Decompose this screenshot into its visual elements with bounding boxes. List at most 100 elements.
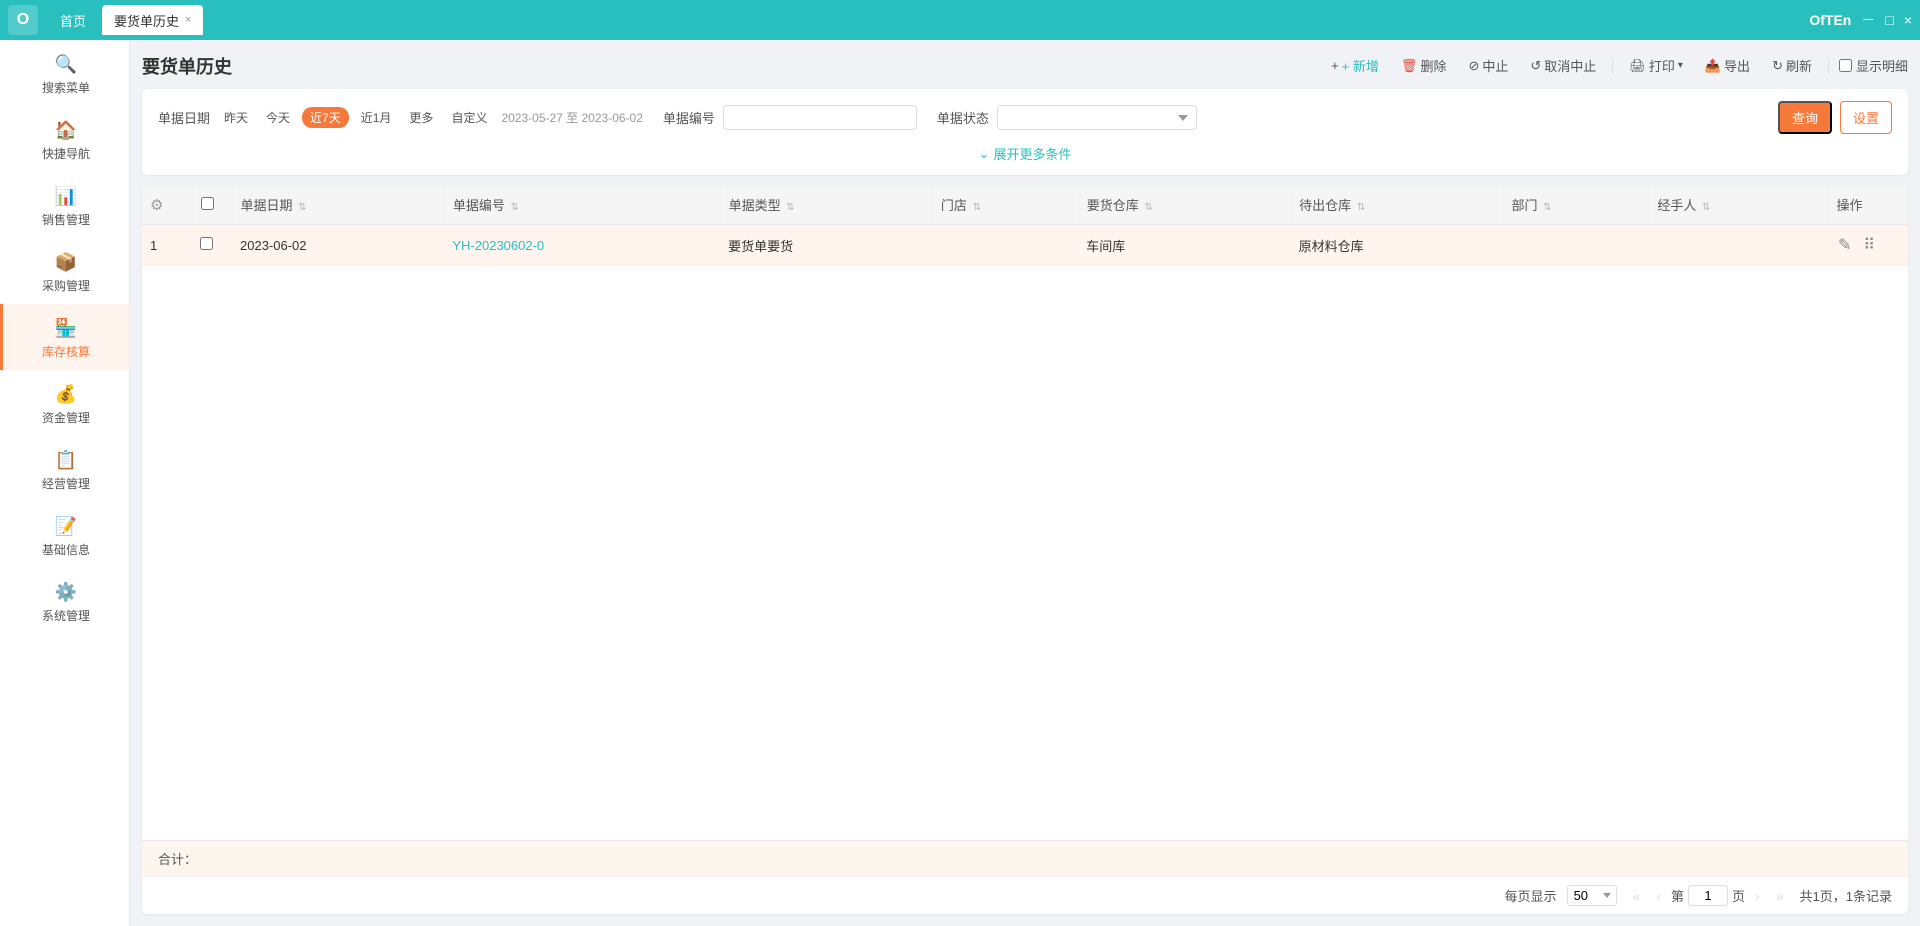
- date-yesterday[interactable]: 昨天: [218, 107, 254, 128]
- tab-active[interactable]: 要货单历史 ×: [102, 5, 203, 35]
- td-store: [932, 225, 1078, 266]
- th-checkbox: [192, 185, 232, 225]
- td-pending-warehouse: 原材料仓库: [1291, 225, 1503, 266]
- th-store: 门店 ⇅: [932, 185, 1078, 225]
- print-button[interactable]: 🖨 打印 ▾: [1623, 52, 1689, 79]
- th-dept: 部门 ⇅: [1503, 185, 1649, 225]
- date-custom[interactable]: 自定义: [445, 107, 493, 128]
- sidebar-item-label: 搜索菜单: [42, 79, 90, 96]
- main-layout: 🔍 搜索菜单 🏠 快捷导航 📊 销售管理 📦 采购管理 🏪 库存核算 💰 资金管…: [0, 40, 1920, 926]
- filter-row-1: 单据日期 昨天 今天 近7天 近1月 更多 自定义 2023-05-27 至 2…: [158, 101, 1892, 134]
- th-req-warehouse: 要货仓库 ⇅: [1078, 185, 1290, 225]
- pagination-row: 每页显示 10 20 50 100 « ‹ 第 页 › » 共1页，1条记录: [142, 876, 1908, 914]
- sidebar-item-label: 经营管理: [42, 475, 90, 492]
- page-label: 第: [1671, 886, 1684, 905]
- td-handler: [1649, 225, 1828, 266]
- new-button[interactable]: + + 新增: [1325, 52, 1385, 79]
- summary-label: 合计：: [158, 849, 197, 868]
- refresh-button[interactable]: ↻ 刷新: [1766, 52, 1818, 79]
- stop-button[interactable]: ⊘ 中止: [1462, 52, 1514, 79]
- toolbar: + + 新增 🗑 删除 ⊘ 中止 ↺ 取消中止 🖨 打: [1325, 52, 1908, 79]
- last-page-button[interactable]: »: [1770, 886, 1790, 906]
- sidebar-item-search[interactable]: 🔍 搜索菜单: [0, 40, 129, 106]
- maximize-icon[interactable]: □: [1885, 12, 1893, 28]
- tab-home[interactable]: 首页: [48, 5, 98, 35]
- more-icon[interactable]: ⠿: [1861, 233, 1877, 257]
- page-size-label: 每页显示: [1505, 886, 1557, 905]
- date-shortcuts: 昨天 今天 近7天 近1月 更多 自定义: [218, 107, 493, 128]
- sidebar-item-label: 销售管理: [42, 211, 90, 228]
- sort-icon: ⇅: [298, 202, 306, 213]
- settings-gear-icon[interactable]: ⚙: [150, 197, 163, 214]
- purchase-icon: 📦: [55, 252, 77, 273]
- expand-label: 展开更多条件: [993, 144, 1071, 163]
- expand-icon: ⌄: [979, 146, 990, 162]
- first-page-button[interactable]: «: [1627, 886, 1647, 906]
- page-nav: « ‹ 第 页 › »: [1627, 885, 1790, 906]
- sidebar-item-label: 采购管理: [42, 277, 90, 294]
- sidebar-item-system[interactable]: ⚙️ 系统管理: [0, 568, 129, 634]
- table-wrapper[interactable]: ⚙ 单据日期 ⇅ 单据编号 ⇅: [142, 185, 1908, 840]
- query-button[interactable]: 查询: [1778, 101, 1832, 134]
- order-no-input[interactable]: [723, 105, 917, 130]
- filter-card: 单据日期 昨天 今天 近7天 近1月 更多 自定义 2023-05-27 至 2…: [142, 89, 1908, 175]
- row-checkbox[interactable]: [200, 237, 213, 250]
- th-type: 单据类型 ⇅: [720, 185, 932, 225]
- sidebar-item-finance[interactable]: 💰 资金管理: [0, 370, 129, 436]
- expand-more-container: ⌄ 展开更多条件: [158, 144, 1892, 163]
- page-input[interactable]: [1688, 885, 1728, 906]
- home-icon: 🏠: [55, 120, 77, 141]
- delete-button[interactable]: 🗑 删除: [1395, 52, 1453, 79]
- sidebar-item-operation[interactable]: 📋 经营管理: [0, 436, 129, 502]
- show-detail-checkbox-label[interactable]: 显示明细: [1839, 56, 1908, 75]
- filter-actions: 查询 设置: [1778, 101, 1892, 134]
- cancel-stop-button[interactable]: ↺ 取消中止: [1524, 52, 1602, 79]
- toolbar-divider-2: [1828, 58, 1829, 74]
- system-icon: ⚙️: [55, 582, 77, 603]
- td-dept: [1503, 225, 1649, 266]
- edit-icon[interactable]: ✎: [1836, 233, 1853, 257]
- show-detail-checkbox[interactable]: [1839, 59, 1852, 72]
- sidebar-item-sales[interactable]: 📊 销售管理: [0, 172, 129, 238]
- settings-button[interactable]: 设置: [1840, 101, 1892, 134]
- page-unit: 页: [1732, 886, 1745, 905]
- minimize-icon[interactable]: －: [1861, 10, 1875, 30]
- sidebar-item-basic[interactable]: 📝 基础信息: [0, 502, 129, 568]
- td-type: 要货单要货: [720, 225, 932, 266]
- tab-close-icon[interactable]: ×: [185, 14, 191, 26]
- sidebar-item-label: 基础信息: [42, 541, 90, 558]
- date-range-text: 2023-05-27 至 2023-06-02: [501, 109, 642, 126]
- td-date: 2023-06-02: [232, 225, 444, 266]
- top-bar-right: OfTEn － □ ×: [1809, 10, 1912, 30]
- status-select[interactable]: [997, 105, 1197, 130]
- expand-more-button[interactable]: ⌄ 展开更多条件: [979, 144, 1072, 163]
- export-button[interactable]: 📤 导出: [1699, 52, 1756, 79]
- table-row: 1 2023-06-02 YH-20230602-0 要货单要货 车间库: [142, 225, 1908, 266]
- data-table: ⚙ 单据日期 ⇅ 单据编号 ⇅: [142, 185, 1908, 266]
- toolbar-divider: [1612, 58, 1613, 74]
- sidebar-item-quick-nav[interactable]: 🏠 快捷导航: [0, 106, 129, 172]
- sort-icon: ⇅: [1543, 202, 1551, 213]
- date-more[interactable]: 更多: [403, 107, 439, 128]
- total-info: 共1页，1条记录: [1800, 886, 1892, 905]
- date-1month[interactable]: 近1月: [355, 107, 398, 128]
- date-7days[interactable]: 近7天: [302, 107, 349, 128]
- next-page-button[interactable]: ›: [1749, 886, 1766, 906]
- select-all-checkbox[interactable]: [201, 197, 214, 210]
- prev-page-button[interactable]: ‹: [1650, 886, 1667, 906]
- sidebar-item-purchase[interactable]: 📦 采购管理: [0, 238, 129, 304]
- window-close-icon[interactable]: ×: [1904, 12, 1912, 28]
- brand-text: OfTEn: [1809, 12, 1851, 28]
- order-no-link[interactable]: YH-20230602-0: [452, 238, 544, 253]
- sales-icon: 📊: [55, 186, 77, 207]
- page-size-select[interactable]: 10 20 50 100: [1567, 885, 1617, 906]
- top-bar: O 首页 要货单历史 × OfTEn － □ ×: [0, 0, 1920, 40]
- date-today[interactable]: 今天: [260, 107, 296, 128]
- sidebar-item-inventory[interactable]: 🏪 库存核算: [0, 304, 129, 370]
- export-icon: 📤: [1705, 58, 1721, 74]
- td-req-warehouse: 车间库: [1078, 225, 1290, 266]
- sidebar-item-label: 库存核算: [42, 343, 90, 360]
- filter-status: 单据状态: [937, 105, 1197, 130]
- basic-icon: 📝: [55, 516, 77, 537]
- refresh-icon: ↻: [1772, 58, 1783, 74]
